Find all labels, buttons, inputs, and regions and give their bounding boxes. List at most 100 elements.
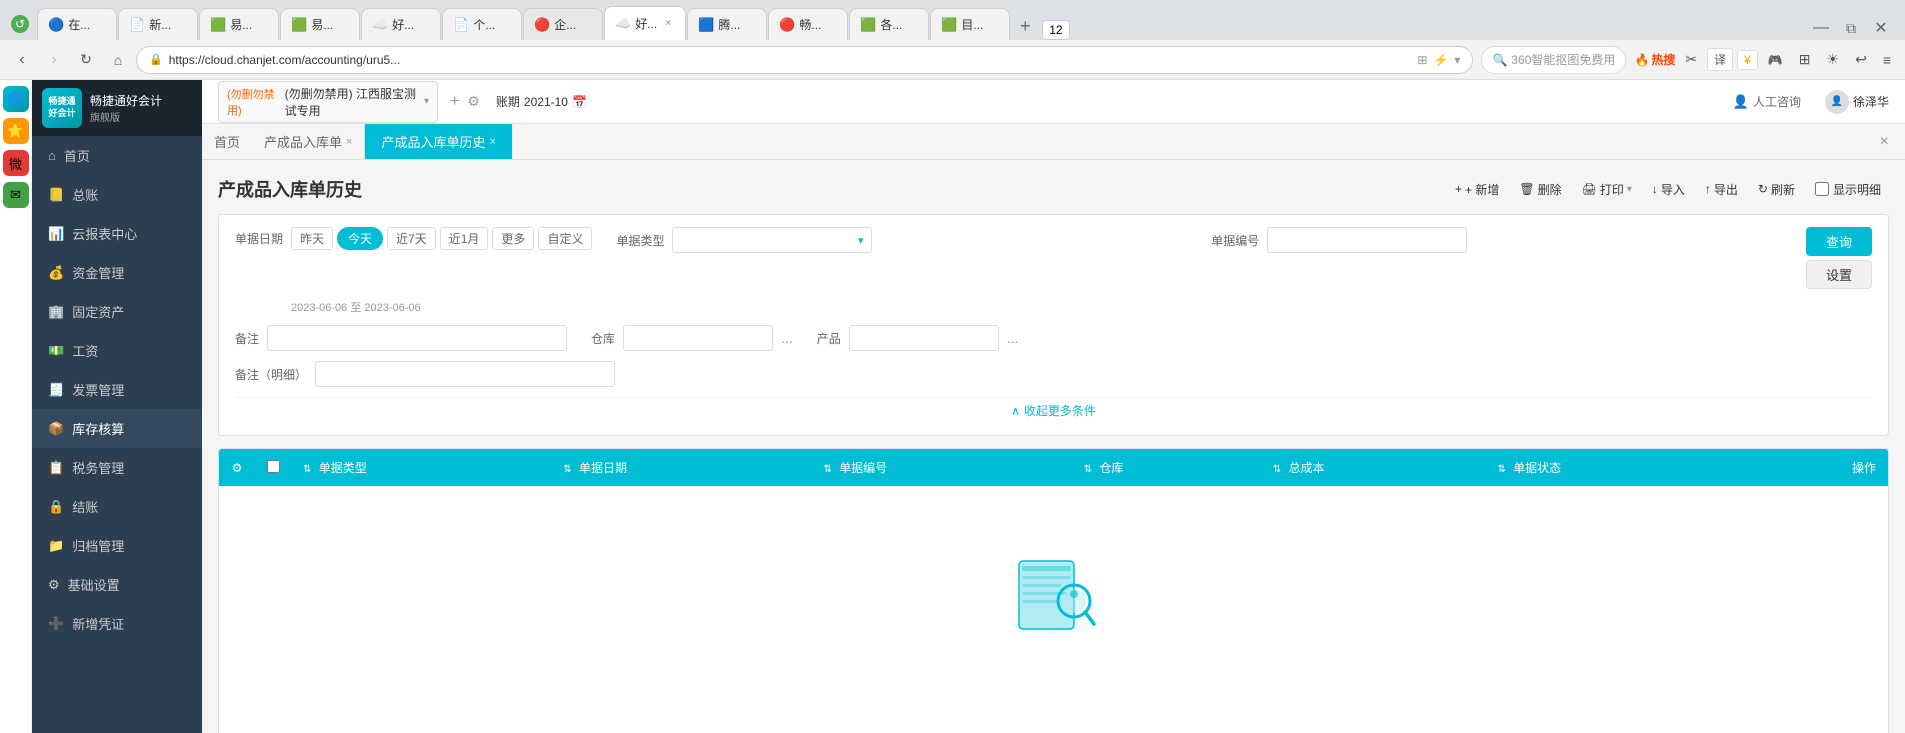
settings-btn-filter[interactable]: 设置 — [1806, 260, 1872, 289]
tab-12[interactable]: 🟩 目... — [930, 8, 1010, 40]
tab-list[interactable]: 产成品入库单 × — [252, 124, 365, 159]
calendar-icon[interactable]: 📅 — [572, 95, 587, 109]
tab-2[interactable]: 📄 新... — [118, 8, 198, 40]
sidebar-item-fixed-assets[interactable]: 🏢 固定资产 — [32, 292, 202, 331]
tab-count-badge: 12 — [1042, 20, 1069, 40]
col-total-cost[interactable]: ⇅ 总成本 — [1261, 449, 1486, 486]
select-all-checkbox[interactable] — [267, 460, 280, 473]
tab-8-active[interactable]: ☁️ 好... × — [604, 6, 686, 40]
new-tab-btn[interactable]: + — [1011, 12, 1039, 40]
hot-search-btn[interactable]: 🔥 热搜 — [1634, 51, 1675, 68]
nav-forward-btn[interactable]: › — [40, 46, 68, 74]
empty-icon — [994, 546, 1114, 646]
tab-9[interactable]: 🟦 腾... — [687, 8, 767, 40]
history-back-btn[interactable]: ↩ — [1849, 49, 1873, 70]
sidebar-item-tax[interactable]: 📋 税务管理 — [32, 448, 202, 487]
show-detail-checkbox[interactable] — [1815, 182, 1829, 196]
tab-5[interactable]: ☁️ 好... — [361, 8, 441, 40]
sidebar-item-closing[interactable]: 🔒 结账 — [32, 487, 202, 526]
tab-7[interactable]: 🔴 企... — [523, 8, 603, 40]
sidebar-item-basic-settings[interactable]: ⚙ 基础设置 — [32, 565, 202, 604]
col-checkbox[interactable] — [255, 449, 291, 486]
col-status[interactable]: ⇅ 单据状态 — [1485, 449, 1745, 486]
page-close-btn[interactable]: × — [1864, 133, 1905, 151]
company-selector[interactable]: (勿删勿禁用) (勿删勿禁用) 江西服宝测试专用 ▾ — [218, 81, 438, 123]
changjie-icon[interactable]: 🌀 — [3, 86, 29, 112]
grid-view-btn[interactable]: ⊞ — [1793, 49, 1817, 70]
dropdown-icon[interactable]: ▾ — [1454, 53, 1460, 67]
tab-8-close[interactable]: × — [661, 17, 675, 31]
search-bar[interactable]: 🔍 360智能抠图免费用 — [1481, 46, 1626, 74]
address-bar[interactable]: 🔒 https://cloud.chanjet.com/accounting/u… — [136, 46, 1473, 74]
tab-4[interactable]: 🟩 易... — [280, 8, 360, 40]
col-date[interactable]: ⇅ 单据日期 — [551, 449, 811, 486]
warehouse-filter-input[interactable] — [623, 325, 773, 351]
product-filter-input[interactable] — [849, 325, 999, 351]
date-btn-7days[interactable]: 近7天 — [387, 227, 436, 250]
window-restore-btn[interactable]: ⧉ — [1839, 16, 1863, 40]
sidebar-item-cloud-report[interactable]: 📊 云报表中心 — [32, 214, 202, 253]
more-btn[interactable]: ≡ — [1877, 50, 1897, 70]
tab-history-close[interactable]: × — [489, 136, 495, 148]
col-type[interactable]: ⇅ 单据类型 — [291, 449, 551, 486]
nav-back-btn[interactable]: ‹ — [8, 46, 36, 74]
query-btn[interactable]: 查询 — [1806, 227, 1872, 256]
nav-refresh-btn[interactable]: ↻ — [72, 46, 100, 74]
tab-history[interactable]: 产成品入库单历史 × — [365, 124, 511, 159]
scissors-btn[interactable]: ✂ — [1679, 49, 1703, 70]
email-icon[interactable]: ✉ — [3, 182, 29, 208]
export-btn[interactable]: ↑ 导出 — [1697, 177, 1746, 202]
sidebar-item-archive[interactable]: 📁 归档管理 — [32, 526, 202, 565]
show-detail-toggle[interactable]: 显示明细 — [1807, 177, 1889, 202]
settings-gear-btn[interactable]: ⚙ — [467, 93, 480, 110]
remark-filter-input[interactable] — [267, 325, 567, 351]
tab-6[interactable]: 📄 个... — [442, 8, 522, 40]
tab-1[interactable]: 🔵 在... — [37, 8, 117, 40]
tab-3[interactable]: 🟩 易... — [199, 8, 279, 40]
col-warehouse[interactable]: ⇅ 仓库 — [1072, 449, 1261, 486]
window-minimize-btn[interactable]: — — [1809, 16, 1833, 40]
print-btn[interactable]: 🖨 打印 ▾ — [1574, 177, 1640, 202]
col-number[interactable]: ⇅ 单据编号 — [811, 449, 1071, 486]
date-btn-1month[interactable]: 近1月 — [440, 227, 489, 250]
import-btn[interactable]: ↓ 导入 — [1644, 177, 1693, 202]
col-settings[interactable]: ⚙ — [219, 449, 255, 486]
collapse-btn[interactable]: ∧ 收起更多条件 — [235, 397, 1872, 423]
sidebar-item-payroll[interactable]: 💵 工资 — [32, 331, 202, 370]
sidebar-item-fund[interactable]: 💰 资金管理 — [32, 253, 202, 292]
date-btn-yesterday[interactable]: 昨天 — [291, 227, 333, 250]
sidebar-item-new-entry[interactable]: ➕ 新增凭证 — [32, 604, 202, 643]
sidebar-item-home[interactable]: ⌂ 首页 — [32, 136, 202, 175]
type-select[interactable]: ▾ — [672, 227, 872, 253]
theme-btn[interactable]: ☀ — [1821, 49, 1846, 70]
tab-10[interactable]: 🔴 畅... — [768, 8, 848, 40]
refresh-btn[interactable]: ↻ 刷新 — [1750, 177, 1803, 202]
game-btn[interactable]: 🎮 — [1762, 51, 1789, 69]
date-btn-today[interactable]: 今天 — [337, 227, 383, 250]
yuan-btn[interactable]: ¥ — [1737, 50, 1758, 70]
add-btn[interactable]: + + 新增 — [1447, 177, 1507, 202]
translate-btn[interactable]: 译 — [1707, 48, 1733, 71]
period-label: 账期 — [496, 93, 520, 110]
add-company-btn[interactable]: + — [450, 93, 459, 111]
date-btn-more[interactable]: 更多 — [492, 227, 534, 250]
sidebar-item-ledger[interactable]: 📒 总账 — [32, 175, 202, 214]
sidebar-item-invoice[interactable]: 🧾 发票管理 — [32, 370, 202, 409]
warehouse-dots-btn[interactable]: ... — [781, 330, 793, 346]
service-btn[interactable]: 👤 人工咨询 — [1733, 93, 1801, 110]
tab-11[interactable]: 🟩 各... — [849, 8, 929, 40]
tab-list-close[interactable]: × — [346, 136, 352, 148]
breadcrumb-home[interactable]: 首页 — [202, 124, 252, 159]
sidebar-item-inventory[interactable]: 📦 库存核算 — [32, 409, 202, 448]
browser-back-btn[interactable]: ↺ — [4, 8, 36, 40]
tab-9-icon: 🟦 — [698, 17, 714, 33]
detail-remark-input[interactable] — [315, 361, 615, 387]
delete-btn[interactable]: 🗑 删除 — [1511, 177, 1569, 202]
date-btn-custom[interactable]: 自定义 — [538, 227, 592, 250]
product-dots-btn[interactable]: ... — [1007, 330, 1019, 346]
star-icon[interactable]: ⭐ — [3, 118, 29, 144]
number-filter-input[interactable] — [1267, 227, 1467, 253]
nav-home-btn[interactable]: ⌂ — [104, 46, 132, 74]
weibo-icon[interactable]: 微 — [3, 150, 29, 176]
window-close-btn[interactable]: ✕ — [1869, 16, 1893, 40]
